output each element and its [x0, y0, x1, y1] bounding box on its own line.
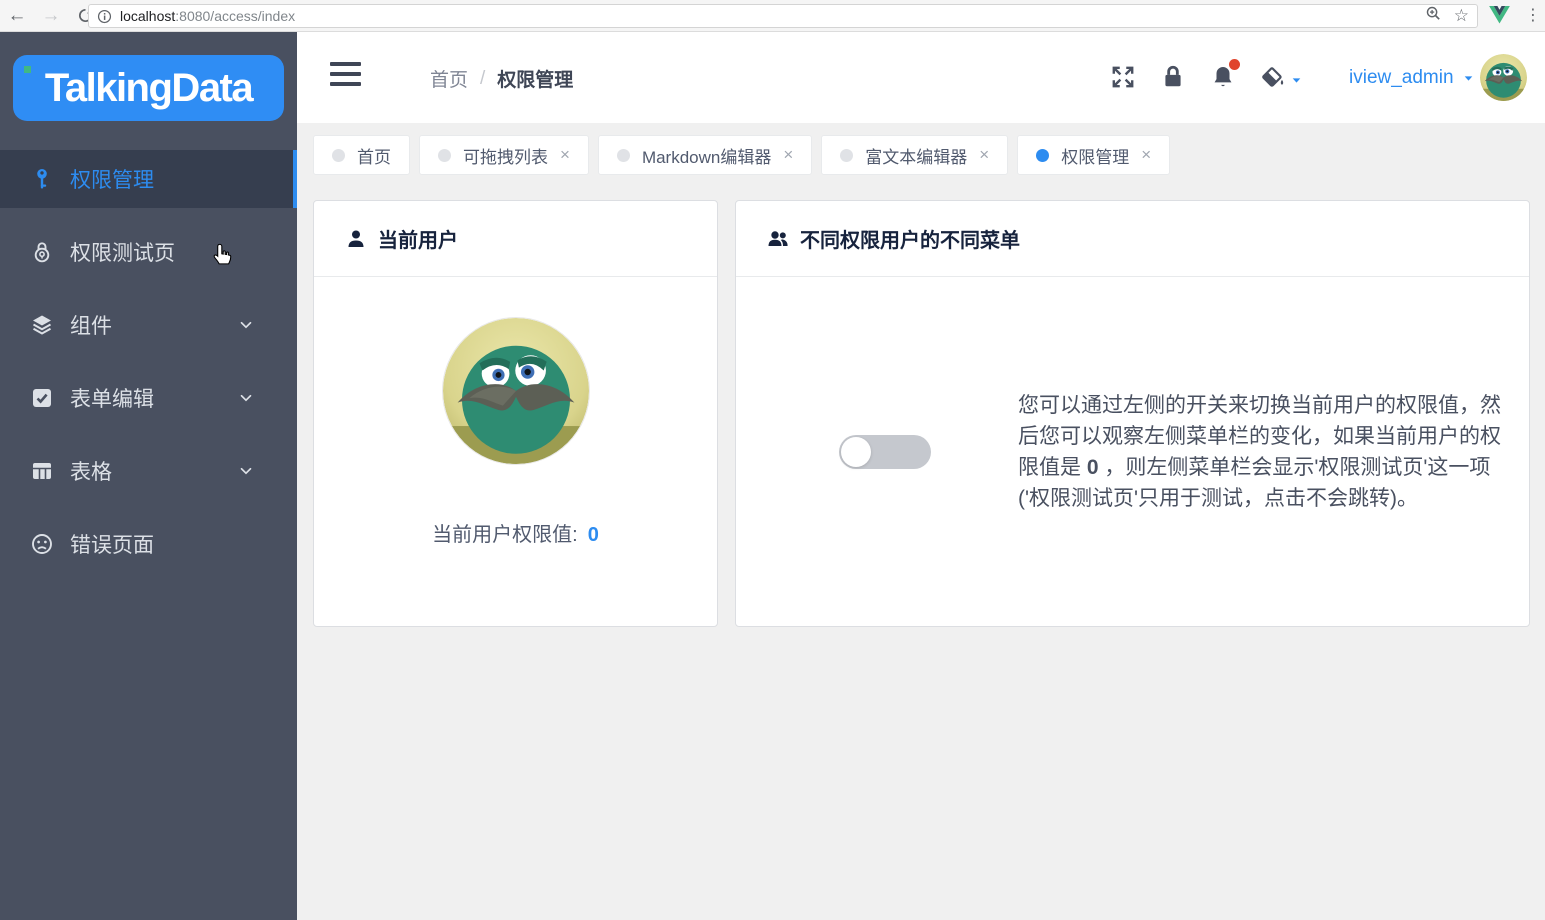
access-toggle-switch[interactable]: [839, 435, 931, 469]
person-icon: [348, 230, 364, 247]
card-body: 当前用户权限值: 0: [314, 277, 717, 547]
address-bar[interactable]: localhost:8080/access/index ☆: [88, 4, 1478, 28]
card-body: 您可以通过左侧的开关来切换当前用户的权限值，然后您可以观察左侧菜单栏的变化，如果…: [736, 277, 1529, 627]
page-info-icon[interactable]: [97, 9, 112, 24]
people-icon: [768, 230, 788, 246]
toggle-knob: [841, 437, 871, 467]
current-user-card: 当前用户 当前用户权限值: 0: [313, 200, 718, 627]
chevron-down-icon: [240, 467, 252, 475]
sidebar-item-label: 权限管理: [70, 169, 154, 192]
sad-face-icon: [32, 534, 52, 554]
switch-description: 您可以通过左侧的开关来切换当前用户的权限值，然后您可以观察左侧菜单栏的变化，如果…: [1018, 394, 1501, 510]
theme-bucket-icon[interactable]: [1260, 64, 1286, 90]
collapse-menu-button[interactable]: [330, 62, 361, 86]
vue-devtools-icon[interactable]: [1488, 5, 1511, 30]
sidebar-item-label: 表格: [70, 461, 112, 484]
bookmark-star-icon[interactable]: ☆: [1454, 6, 1469, 26]
card-header: 不同权限用户的不同菜单: [736, 201, 1529, 277]
checkbox-icon: [33, 389, 51, 407]
close-icon[interactable]: ×: [1141, 145, 1151, 165]
close-icon[interactable]: ×: [783, 145, 793, 165]
tag-access-admin[interactable]: 权限管理 ×: [1017, 135, 1171, 175]
sidebar-item-label: 错误页面: [70, 534, 154, 557]
tag-markdown-editor[interactable]: Markdown编辑器 ×: [597, 135, 813, 175]
tag-richtext-editor[interactable]: 富文本编辑器 ×: [821, 135, 1009, 175]
breadcrumb-home[interactable]: 首页: [430, 65, 468, 92]
theme-caret-icon[interactable]: [1290, 74, 1303, 87]
menu-switch-card: 不同权限用户的不同菜单 您可以通过左侧的开关来切换当前用户的权限值，然后您可以观…: [735, 200, 1530, 627]
sidebar-item-form-editor[interactable]: 表单编辑: [0, 369, 297, 427]
card-title: 不同权限用户的不同菜单: [800, 230, 1020, 252]
access-value: 0: [587, 524, 599, 546]
sidebar-item-label: 权限测试页: [70, 242, 175, 265]
browser-toolbar: ← → localhost:8080/access/index ☆ ⋮: [0, 0, 1545, 32]
notification-badge: [1229, 59, 1240, 70]
logo-text: TalkingData: [44, 65, 254, 110]
sidebar-item-tables[interactable]: 表格: [0, 442, 297, 500]
zoom-page-icon[interactable]: [1425, 5, 1442, 27]
browser-menu-icon[interactable]: ⋮: [1525, 0, 1541, 32]
user-dropdown[interactable]: iview_admin: [1349, 67, 1475, 89]
tag-dot: [840, 148, 854, 162]
sidebar-item-label: 表单编辑: [70, 388, 154, 411]
mouse-cursor: [213, 243, 232, 265]
breadcrumb-separator: /: [480, 67, 486, 89]
breadcrumb-current: 权限管理: [497, 70, 574, 91]
key-icon: [37, 169, 47, 189]
card-header: 当前用户: [314, 201, 717, 277]
access-value-line: 当前用户权限值: 0: [432, 524, 599, 546]
fullscreen-icon[interactable]: [1110, 64, 1136, 90]
sidebar: TalkingData 权限管理 权限测试页 组件 表单编辑 表格 错误页面: [0, 32, 297, 920]
sidebar-item-label: 组件: [70, 315, 112, 338]
tag-dot: [616, 148, 630, 162]
sidebar-item-components[interactable]: 组件: [0, 296, 297, 354]
tag-dot-active: [1036, 148, 1050, 162]
tag-draggable-list[interactable]: 可拖拽列表 ×: [419, 135, 589, 175]
unlock-icon: [34, 242, 50, 263]
tag-dot: [438, 148, 451, 162]
sidebar-item-access-test[interactable]: 权限测试页: [0, 223, 297, 281]
table-icon: [33, 463, 51, 479]
talkingdata-logo[interactable]: TalkingData: [13, 55, 284, 121]
lock-icon[interactable]: [1160, 64, 1186, 90]
breadcrumb: 首页 / 权限管理: [430, 65, 573, 92]
username-text: iview_admin: [1349, 67, 1454, 88]
close-icon[interactable]: ×: [979, 145, 989, 165]
user-avatar-image: [441, 317, 590, 465]
logo-accent-square: [24, 66, 31, 73]
browser-back-button[interactable]: ←: [0, 0, 34, 32]
main-header: 首页 / 权限管理 iview_admin: [297, 32, 1545, 123]
open-page-tags: 首页 可拖拽列表 × Markdown编辑器 × 富文本编辑器 × 权限管理 ×: [297, 123, 1545, 180]
content-area: 当前用户 当前用户权限值: 0 不同权限用户的不同菜单 您可以通过左侧的开关来切…: [297, 180, 1545, 920]
tag-dot: [332, 148, 345, 162]
chevron-down-icon: [240, 394, 252, 402]
sidebar-item-access-admin[interactable]: 权限管理: [0, 150, 297, 208]
layers-icon: [33, 315, 51, 335]
close-icon[interactable]: ×: [560, 145, 570, 165]
url-text: localhost:8080/access/index: [120, 8, 296, 24]
chevron-down-icon: [240, 321, 252, 329]
avatar[interactable]: [1480, 54, 1527, 101]
card-title: 当前用户: [378, 230, 458, 252]
tag-home[interactable]: 首页: [313, 135, 410, 175]
sidebar-menu: 权限管理 权限测试页 组件 表单编辑 表格 错误页面: [0, 150, 297, 588]
sidebar-item-error-pages[interactable]: 错误页面: [0, 515, 297, 573]
caret-down-icon: [1464, 75, 1472, 81]
browser-forward-button[interactable]: →: [34, 0, 68, 32]
